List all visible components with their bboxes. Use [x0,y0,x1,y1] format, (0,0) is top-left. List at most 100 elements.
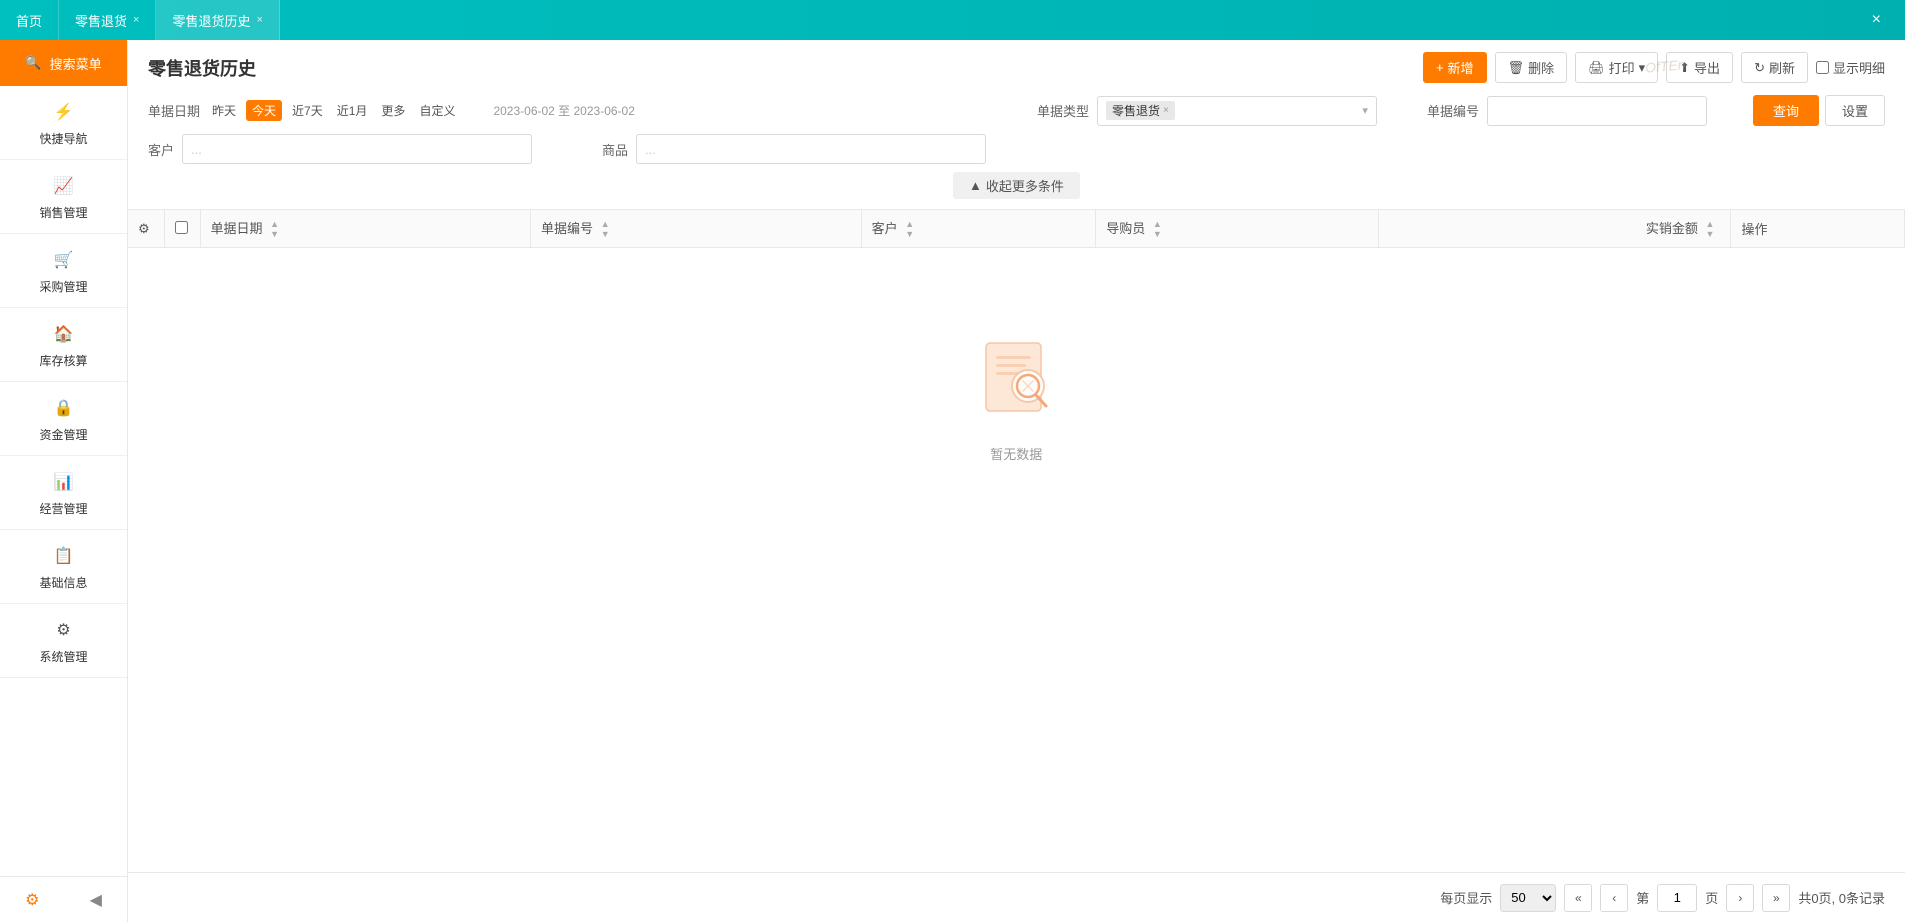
first-page-button[interactable]: « [1564,884,1592,912]
page-header: 零售退货历史 + 新增 🗑 删除 🖨 打印 ▾ [128,40,1905,210]
number-sort[interactable]: ▲▼ [601,220,610,240]
type-select-chevron: ▾ [1362,104,1368,117]
next-page-button[interactable]: › [1726,884,1754,912]
sidebar-settings-button[interactable]: ⚙ [19,884,45,916]
column-guide: 导购员 ▲▼ [1096,210,1379,248]
sidebar-search[interactable]: 🔍 搜索菜单 [0,40,127,86]
refresh-label: 刷新 [1769,58,1795,77]
select-all-checkbox[interactable] [175,221,188,234]
column-date: 单据日期 ▲▼ [200,210,531,248]
sidebar-item-quick-nav-label: 快捷导航 [39,130,87,147]
first-page-icon: « [1575,891,1582,905]
print-icon: 🖨 [1588,60,1605,76]
settings-button[interactable]: 设置 [1825,95,1885,126]
print-chevron: ▾ [1639,60,1646,76]
page-title-row: 零售退货历史 + 新增 🗑 删除 🖨 打印 ▾ [148,52,1885,83]
collapse-button[interactable]: ▲ 收起更多条件 [953,172,1080,199]
top-bar-right: × [1864,7,1905,33]
refresh-button[interactable]: ↻ 刷新 [1741,52,1808,83]
refresh-icon: ↻ [1754,60,1765,76]
prev-page-icon: ‹ [1612,891,1616,905]
page-size-label: 每页显示 [1440,888,1492,907]
show-detail-checkbox[interactable]: 显示明细 [1816,58,1885,77]
type-tag-text: 零售退货 [1112,102,1160,119]
prev-page-button[interactable]: ‹ [1600,884,1628,912]
show-detail-input[interactable] [1816,61,1829,74]
sidebar-collapse-button[interactable]: ◀ [84,884,108,916]
export-button[interactable]: ⬆ 导出 [1666,52,1733,83]
tab-home[interactable]: 首页 [0,0,59,40]
sidebar-item-sales[interactable]: 📈 销售管理 [0,160,127,234]
date-custom[interactable]: 自定义 [415,100,459,121]
customer-select[interactable]: ... [182,134,532,164]
collapse-label: 收起更多条件 [986,176,1064,195]
sidebar-menu: ⚡ 快捷导航 📈 销售管理 🛒 采购管理 🏠 库存核算 🔒 资金管理 📊 [0,86,127,876]
date-range-text: 2023-06-02 至 2023-06-02 [493,102,634,119]
total-info: 共0页, 0条记录 [1798,888,1885,907]
sidebar-item-basic-info[interactable]: 📋 基础信息 [0,530,127,604]
goods-select[interactable]: ... [636,134,986,164]
sidebar-item-finance[interactable]: 🔒 资金管理 [0,382,127,456]
sales-icon: 📈 [50,172,78,200]
tab-retail-return-history-close[interactable]: × [256,14,262,26]
collapse-row: ▲ 收起更多条件 [148,172,1885,199]
filter-area: 单据日期 昨天 今天 近7天 近1月 更多 自定义 2023-06-02 至 2… [148,95,1885,209]
tab-retail-return-close[interactable]: × [133,14,139,26]
settings-label: 设置 [1842,104,1868,119]
delete-button[interactable]: 🗑 删除 [1495,52,1568,83]
date-yesterday[interactable]: 昨天 [208,100,240,121]
sidebar-item-inventory[interactable]: 🏠 库存核算 [0,308,127,382]
column-date-label: 单据日期 [211,221,263,236]
page-number-input[interactable] [1657,884,1697,912]
empty-text: 暂无数据 [990,444,1042,463]
pagination-bar: 每页显示 50 10 20 100 « ‹ 第 页 › » 共0页, 0条记录 [128,872,1905,922]
column-guide-label: 导购员 [1106,221,1145,236]
amount-sort[interactable]: ▲▼ [1706,220,1715,240]
customer-sort[interactable]: ▲▼ [905,220,914,240]
column-settings[interactable]: ⚙ [128,210,164,248]
toolbar: + 新增 🗑 删除 🖨 打印 ▾ ⬆ 导出 [1423,52,1885,83]
sidebar-item-system[interactable]: ⚙ 系统管理 [0,604,127,678]
page-size-select[interactable]: 50 10 20 100 [1500,884,1556,912]
sidebar-item-system-label: 系统管理 [39,648,87,665]
new-button[interactable]: + 新增 [1423,52,1487,83]
window-close-button[interactable]: × [1864,7,1889,33]
date-today[interactable]: 今天 [246,100,282,121]
type-tag-close[interactable]: × [1163,105,1169,116]
filter-type: 单据类型 零售退货 × ▾ [1037,96,1377,126]
filter-row-2: 客户 ... 商品 ... [148,134,1885,164]
column-customer: 客户 ▲▼ [861,210,1096,248]
print-button[interactable]: 🖨 打印 ▾ [1575,52,1658,83]
data-table: ⚙ 单据日期 ▲▼ 单据编号 ▲▼ 客户 [128,210,1905,543]
filter-goods: 商品 ... [602,134,986,164]
date-more[interactable]: 更多 [377,100,409,121]
sidebar-item-purchase[interactable]: 🛒 采购管理 [0,234,127,308]
type-tag: 零售退货 × [1106,101,1175,120]
date-sort[interactable]: ▲▼ [270,220,279,240]
sidebar-item-operations[interactable]: 📊 经营管理 [0,456,127,530]
query-button[interactable]: 查询 [1753,95,1819,126]
date-7days[interactable]: 近7天 [288,100,327,121]
tab-retail-return-history-label: 零售退货历史 [172,11,250,30]
print-label: 打印 [1609,58,1635,77]
sidebar-item-quick-nav[interactable]: ⚡ 快捷导航 [0,86,127,160]
last-page-button[interactable]: » [1762,884,1790,912]
export-label: 导出 [1694,58,1720,77]
page-word: 第 [1636,888,1649,907]
date-1month[interactable]: 近1月 [333,100,372,121]
goods-filter-label: 商品 [602,140,628,159]
column-actions: 操作 [1731,210,1905,248]
purchase-icon: 🛒 [50,246,78,274]
number-input[interactable] [1487,96,1707,126]
filter-date: 单据日期 昨天 今天 近7天 近1月 更多 自定义 [148,100,459,121]
tab-retail-return-history[interactable]: 零售退货历史 × [156,0,279,40]
type-select[interactable]: 零售退货 × ▾ [1097,96,1377,126]
tab-retail-return[interactable]: 零售退货 × [59,0,156,40]
collapse-icon: ▲ [969,178,982,193]
guide-sort[interactable]: ▲▼ [1153,220,1162,240]
column-checkbox[interactable] [164,210,200,248]
delete-label: 删除 [1528,58,1554,77]
filter-actions: 查询 设置 [1753,95,1885,126]
sidebar-item-purchase-label: 采购管理 [39,278,87,295]
sidebar-item-finance-label: 资金管理 [39,426,87,443]
